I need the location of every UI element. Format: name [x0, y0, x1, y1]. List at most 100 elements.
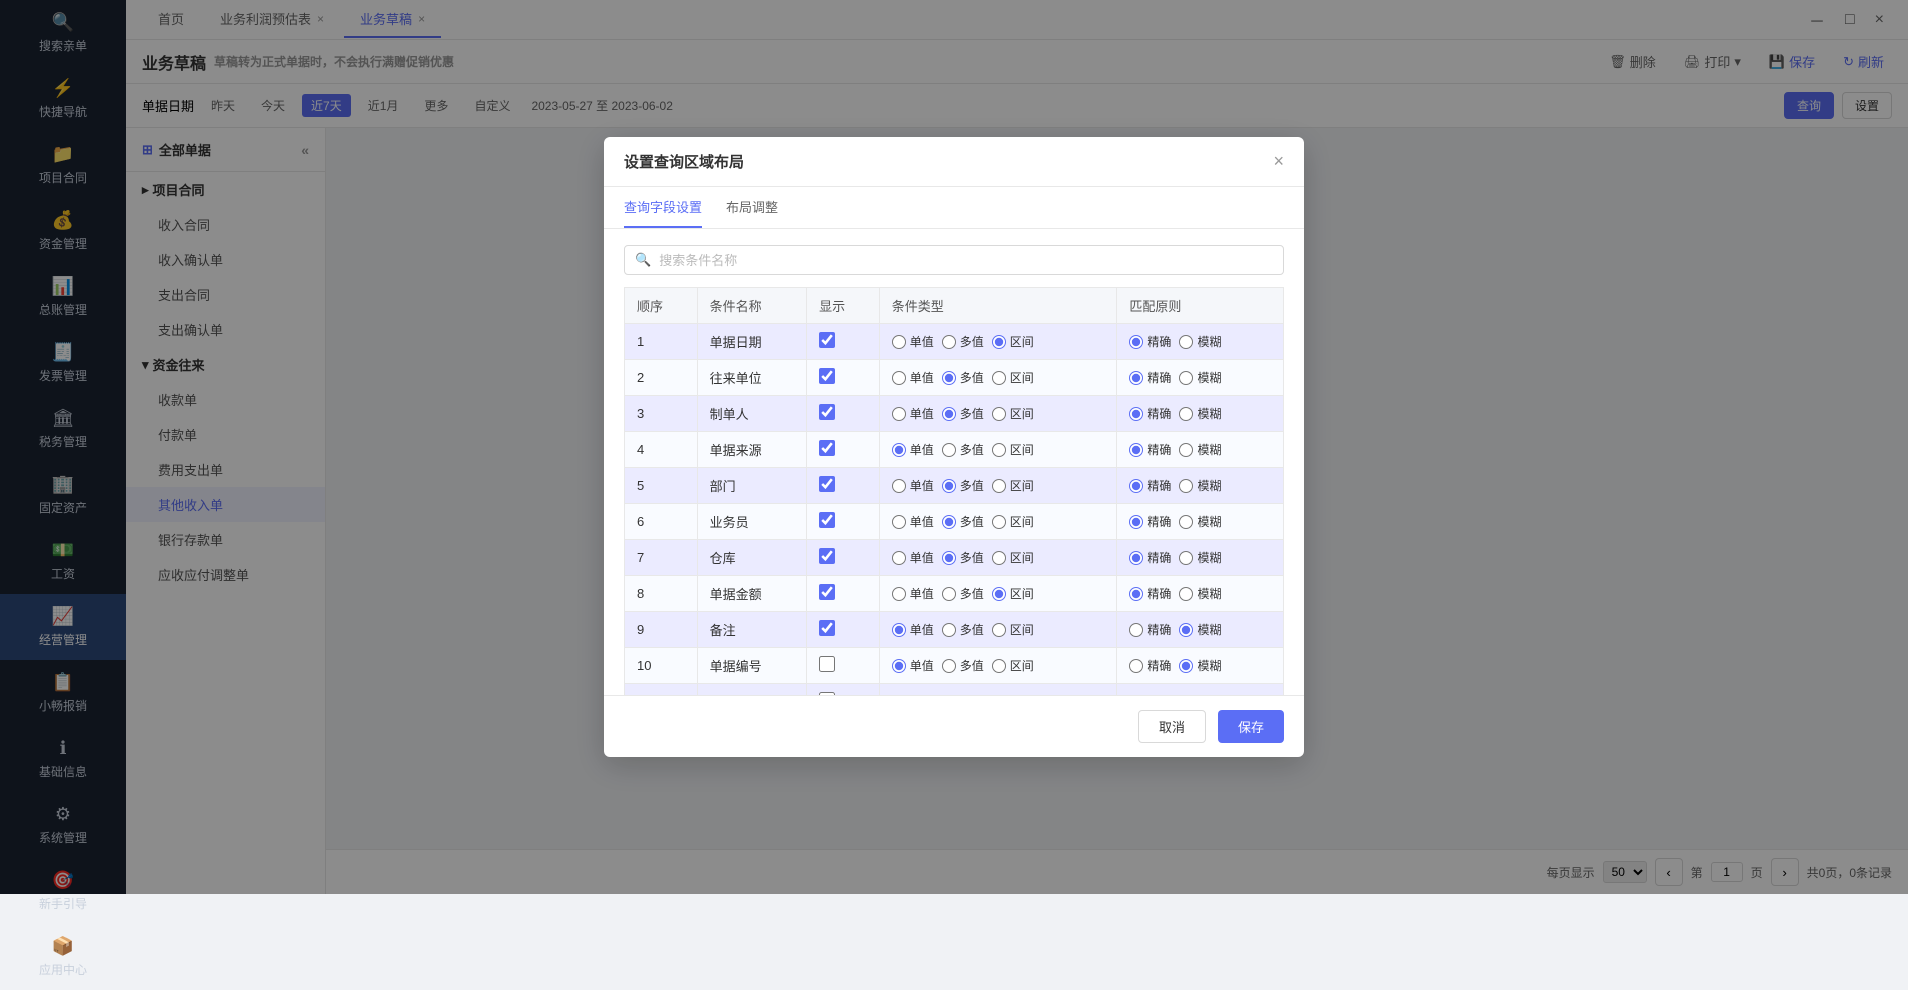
display-checkbox[interactable]	[819, 620, 835, 636]
row-match-type: 精确模糊	[1117, 324, 1284, 360]
match-fuzzy-radio[interactable]	[1179, 659, 1193, 673]
row-condition-type: 单值多值区间	[879, 648, 1117, 684]
condition-range-radio[interactable]	[992, 371, 1006, 385]
row-order: 8	[625, 576, 698, 612]
col-name: 条件名称	[697, 288, 807, 324]
modal-close-button[interactable]: ×	[1273, 151, 1284, 172]
display-checkbox[interactable]	[819, 368, 835, 384]
match-fuzzy-radio[interactable]	[1179, 479, 1193, 493]
condition-single-radio[interactable]	[892, 659, 906, 673]
match-exact-radio[interactable]	[1129, 371, 1143, 385]
match-exact-radio[interactable]	[1129, 443, 1143, 457]
display-checkbox[interactable]	[819, 332, 835, 348]
condition-single-radio[interactable]	[892, 623, 906, 637]
condition-multi-radio[interactable]	[942, 623, 956, 637]
match-exact-radio[interactable]	[1129, 659, 1143, 673]
condition-range-radio[interactable]	[992, 659, 1006, 673]
modal-table-header-row: 顺序 条件名称 显示 条件类型 匹配原则	[625, 288, 1284, 324]
condition-multi-radio[interactable]	[942, 587, 956, 601]
condition-single-radio[interactable]	[892, 371, 906, 385]
display-checkbox[interactable]	[819, 404, 835, 420]
row-name: 制单人	[697, 396, 807, 432]
row-condition-type: 单值多值区间	[879, 324, 1117, 360]
match-exact-radio[interactable]	[1129, 407, 1143, 421]
modal: 设置查询区域布局 × 查询字段设置 布局调整 🔍 顺序 条件名称 显示	[604, 137, 1304, 757]
match-exact-radio[interactable]	[1129, 587, 1143, 601]
row-display	[807, 684, 880, 696]
modal-cancel-button[interactable]: 取消	[1138, 710, 1206, 743]
condition-single-radio[interactable]	[892, 335, 906, 349]
condition-multi-radio[interactable]	[942, 479, 956, 493]
condition-multi-radio[interactable]	[942, 551, 956, 565]
condition-range-radio[interactable]	[992, 443, 1006, 457]
condition-single-radio[interactable]	[892, 515, 906, 529]
sidebar-label-guide: 新手引导	[39, 895, 87, 912]
modal-table-row: 5部门单值多值区间精确模糊	[625, 468, 1284, 504]
condition-multi-radio[interactable]	[942, 443, 956, 457]
match-exact-radio[interactable]	[1129, 479, 1143, 493]
row-name: 备注	[697, 612, 807, 648]
row-match-type: 精确模糊	[1117, 504, 1284, 540]
row-match-type: 精确模糊	[1117, 648, 1284, 684]
row-display	[807, 648, 880, 684]
condition-range-radio[interactable]	[992, 407, 1006, 421]
modal-table-row: 2往来单位单值多值区间精确模糊	[625, 360, 1284, 396]
match-fuzzy-radio[interactable]	[1179, 443, 1193, 457]
modal-table-row: 10单据编号单值多值区间精确模糊	[625, 648, 1284, 684]
condition-range-radio[interactable]	[992, 587, 1006, 601]
condition-range-radio[interactable]	[992, 551, 1006, 565]
condition-range-radio[interactable]	[992, 515, 1006, 529]
condition-multi-radio[interactable]	[942, 407, 956, 421]
display-checkbox[interactable]	[819, 548, 835, 564]
modal-footer: 取消 保存	[604, 695, 1304, 757]
display-checkbox[interactable]	[819, 512, 835, 528]
condition-single-radio[interactable]	[892, 551, 906, 565]
condition-range-radio[interactable]	[992, 335, 1006, 349]
condition-single-radio[interactable]	[892, 587, 906, 601]
modal-table-row: 7仓库单值多值区间精确模糊	[625, 540, 1284, 576]
modal-tab-layout[interactable]: 布局调整	[726, 187, 778, 228]
condition-single-radio[interactable]	[892, 443, 906, 457]
display-checkbox[interactable]	[819, 584, 835, 600]
col-order: 顺序	[625, 288, 698, 324]
row-order: 1	[625, 324, 698, 360]
condition-range-radio[interactable]	[992, 479, 1006, 493]
match-fuzzy-radio[interactable]	[1179, 515, 1193, 529]
condition-range-radio[interactable]	[992, 623, 1006, 637]
modal-overlay[interactable]: 设置查询区域布局 × 查询字段设置 布局调整 🔍 顺序 条件名称 显示	[0, 0, 1908, 894]
modal-title: 设置查询区域布局	[624, 151, 744, 172]
modal-save-button[interactable]: 保存	[1218, 710, 1284, 743]
condition-multi-radio[interactable]	[942, 659, 956, 673]
match-fuzzy-radio[interactable]	[1179, 623, 1193, 637]
sidebar-item-app[interactable]: 📦 应用中心	[0, 924, 126, 990]
display-checkbox[interactable]	[819, 656, 835, 672]
row-name: 业务员	[697, 504, 807, 540]
match-exact-radio[interactable]	[1129, 515, 1143, 529]
match-fuzzy-radio[interactable]	[1179, 407, 1193, 421]
display-checkbox[interactable]	[819, 440, 835, 456]
match-fuzzy-radio[interactable]	[1179, 335, 1193, 349]
row-condition-type: 单值多值区间	[879, 684, 1117, 696]
match-exact-radio[interactable]	[1129, 335, 1143, 349]
row-condition-type: 单值多值区间	[879, 540, 1117, 576]
match-fuzzy-radio[interactable]	[1179, 587, 1193, 601]
display-checkbox[interactable]	[819, 476, 835, 492]
condition-multi-radio[interactable]	[942, 515, 956, 529]
modal-search-input[interactable]	[659, 253, 1273, 268]
match-fuzzy-radio[interactable]	[1179, 551, 1193, 565]
match-exact-radio[interactable]	[1129, 551, 1143, 565]
condition-single-radio[interactable]	[892, 479, 906, 493]
row-order: 9	[625, 612, 698, 648]
condition-multi-radio[interactable]	[942, 335, 956, 349]
row-match-type: 精确模糊	[1117, 576, 1284, 612]
modal-search-box[interactable]: 🔍	[624, 245, 1284, 275]
modal-search-icon: 🔍	[635, 252, 651, 268]
condition-multi-radio[interactable]	[942, 371, 956, 385]
row-match-type: 精确模糊	[1117, 540, 1284, 576]
match-exact-radio[interactable]	[1129, 623, 1143, 637]
match-fuzzy-radio[interactable]	[1179, 371, 1193, 385]
row-match-type: 精确模糊	[1117, 432, 1284, 468]
condition-single-radio[interactable]	[892, 407, 906, 421]
row-condition-type: 单值多值区间	[879, 432, 1117, 468]
modal-tab-field-settings[interactable]: 查询字段设置	[624, 187, 702, 228]
